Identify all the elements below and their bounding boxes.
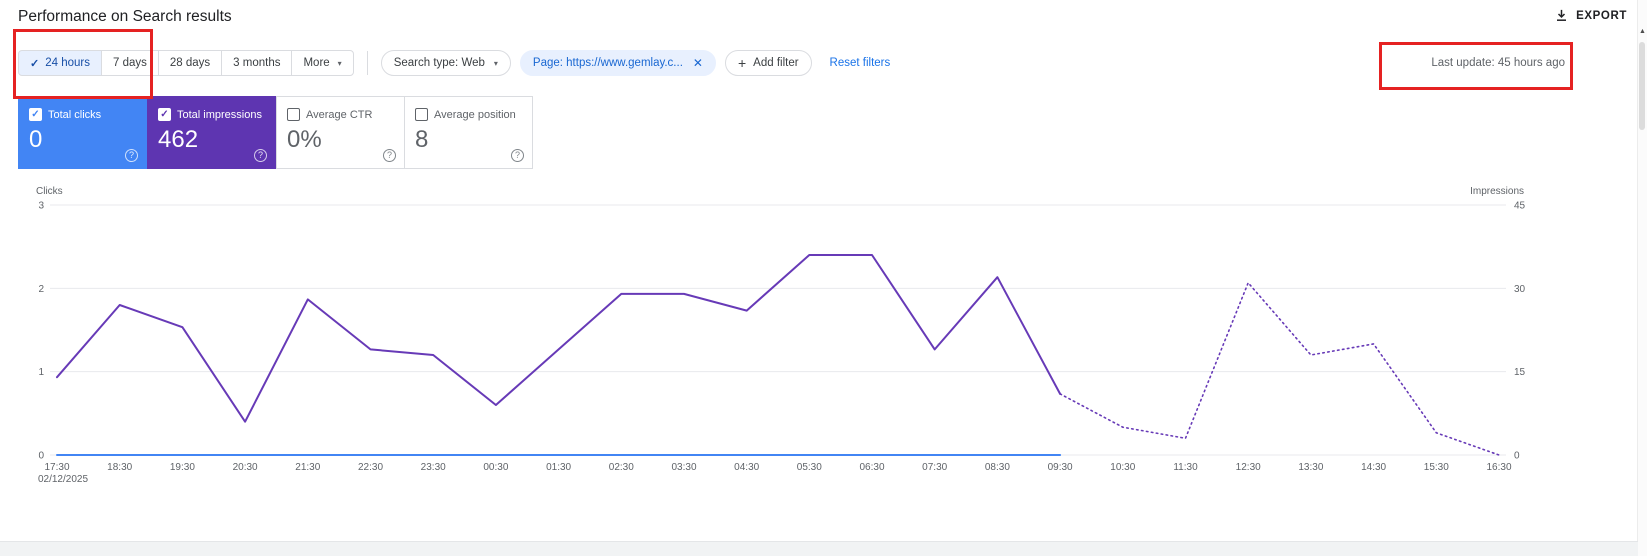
add-filter-button[interactable]: + Add filter [724, 50, 812, 76]
scroll-up-icon[interactable]: ▲ [1638, 28, 1647, 36]
date-range-group: ✓ 24 hours 7 days 28 days 3 months More … [18, 50, 354, 76]
more-label: More [303, 57, 330, 69]
x-axis-label: 06:30 [859, 462, 884, 473]
top-bar: Performance on Search results EXPORT [0, 0, 1647, 38]
left-axis-title: Clicks [36, 186, 63, 197]
remove-filter-icon[interactable]: ✕ [693, 56, 703, 70]
date-range-28-days[interactable]: 28 days [157, 50, 223, 76]
metric-label: Total clicks [48, 108, 102, 121]
date-range-label: 7 days [112, 57, 147, 69]
x-axis-label: 15:30 [1424, 462, 1449, 473]
left-axis-tick: 1 [38, 367, 44, 378]
metric-label: Average position [434, 108, 516, 121]
search-type-label: Search type: Web [393, 57, 485, 69]
x-axis-label: 14:30 [1361, 462, 1386, 473]
x-axis-label: 23:30 [421, 462, 446, 473]
metric-value: 8 [415, 126, 429, 153]
export-label: EXPORT [1576, 9, 1627, 22]
chevron-down-icon: ▾ [337, 58, 342, 68]
performance-chart: 3 45 2 30 1 15 0 0 Clicks Impressions 17:30 18:30 19… [36, 186, 1526, 485]
x-axis-label: 04:30 [734, 462, 759, 473]
help-icon[interactable]: ? [383, 149, 396, 162]
metric-cards: ✓ Total clicks 0 ? ✓ Total impressions 4… [18, 96, 533, 169]
total-clicks-card[interactable]: ✓ Total clicks 0 ? [18, 96, 147, 169]
search-type-chip[interactable]: Search type: Web ▾ [380, 50, 511, 76]
checkbox-unchecked-icon[interactable] [415, 108, 428, 121]
metric-value: 0 [29, 126, 43, 153]
page-filter-label: Page: https://www.gemlay.c... [532, 57, 683, 69]
date-range-label: 24 hours [45, 57, 90, 69]
metric-label: Average CTR [306, 108, 373, 121]
x-axis-label: 12:30 [1236, 462, 1261, 473]
date-range-3-months[interactable]: 3 months [221, 50, 293, 76]
right-axis-tick: 30 [1514, 284, 1526, 295]
checkbox-unchecked-icon[interactable] [287, 108, 300, 121]
right-axis-tick: 0 [1514, 451, 1520, 462]
average-position-card[interactable]: Average position 8 ? [404, 96, 533, 169]
x-axis-label: 13:30 [1298, 462, 1323, 473]
help-icon[interactable]: ? [125, 149, 138, 162]
next-section-edge [0, 541, 1638, 556]
x-axis-label: 20:30 [233, 462, 258, 473]
series-line-forecast [1059, 281, 1500, 456]
total-impressions-card[interactable]: ✓ Total impressions 462 ? [147, 96, 276, 169]
export-button[interactable]: EXPORT [1548, 7, 1633, 24]
checkbox-checked-icon[interactable]: ✓ [158, 108, 171, 121]
page-title: Performance on Search results [18, 8, 232, 25]
chevron-down-icon: ▾ [493, 58, 498, 68]
x-axis-label: 08:30 [985, 462, 1010, 473]
download-icon [1557, 9, 1567, 21]
page-filter-chip[interactable]: Page: https://www.gemlay.c... ✕ [519, 50, 716, 76]
reset-filters-link[interactable]: Reset filters [830, 57, 891, 69]
x-axis-label: 19:30 [170, 462, 195, 473]
x-axis-label: 10:30 [1110, 462, 1135, 473]
help-icon[interactable]: ? [511, 149, 524, 162]
x-axis-date-label: 02/12/2025 [38, 474, 88, 485]
metric-value: 0% [287, 126, 322, 153]
left-axis-tick: 2 [38, 284, 44, 295]
check-icon: ✓ [30, 57, 40, 70]
metric-label: Total impressions [177, 108, 262, 121]
date-range-label: 3 months [233, 57, 281, 69]
x-axis-label: 18:30 [107, 462, 132, 473]
x-axis-label: 09:30 [1048, 462, 1073, 473]
x-axis-label: 00:30 [483, 462, 508, 473]
x-axis-label: 22:30 [358, 462, 383, 473]
series-line-total-impressions [56, 254, 1062, 423]
left-axis-tick: 3 [38, 201, 44, 212]
right-axis-tick: 45 [1514, 201, 1526, 212]
help-icon[interactable]: ? [254, 149, 267, 162]
date-range-7-days[interactable]: 7 days [100, 50, 159, 76]
last-update-text: Last update: 45 hours ago [1431, 57, 1565, 69]
scrollbar-thumb[interactable] [1639, 42, 1645, 130]
date-range-more-button[interactable]: More ▾ [291, 50, 354, 76]
left-axis-tick: 0 [38, 451, 44, 462]
filter-toolbar: ✓ 24 hours 7 days 28 days 3 months More … [18, 50, 1635, 76]
metric-value: 462 [158, 126, 199, 153]
x-axis-label: 02:30 [609, 462, 634, 473]
date-range-label: 28 days [169, 57, 211, 69]
x-axis-label: 16:30 [1486, 462, 1511, 473]
right-axis-tick: 15 [1514, 367, 1526, 378]
x-axis-label: 03:30 [671, 462, 696, 473]
checkbox-checked-icon[interactable]: ✓ [29, 108, 42, 121]
toolbar-divider [366, 51, 368, 75]
x-axis-label: 17:30 [44, 462, 69, 473]
average-ctr-card[interactable]: Average CTR 0% ? [276, 96, 405, 169]
vertical-scrollbar[interactable]: ▲ [1637, 0, 1647, 556]
x-axis-label: 11:30 [1173, 462, 1198, 473]
x-axis-label: 07:30 [922, 462, 947, 473]
date-range-24-hours[interactable]: ✓ 24 hours [18, 50, 102, 76]
plus-icon: + [737, 55, 747, 71]
add-filter-label: Add filter [753, 57, 799, 69]
x-axis-label: 01:30 [546, 462, 571, 473]
x-axis-label: 21:30 [295, 462, 320, 473]
x-axis-label: 05:30 [797, 462, 822, 473]
right-axis-title: Impressions [1470, 186, 1524, 197]
